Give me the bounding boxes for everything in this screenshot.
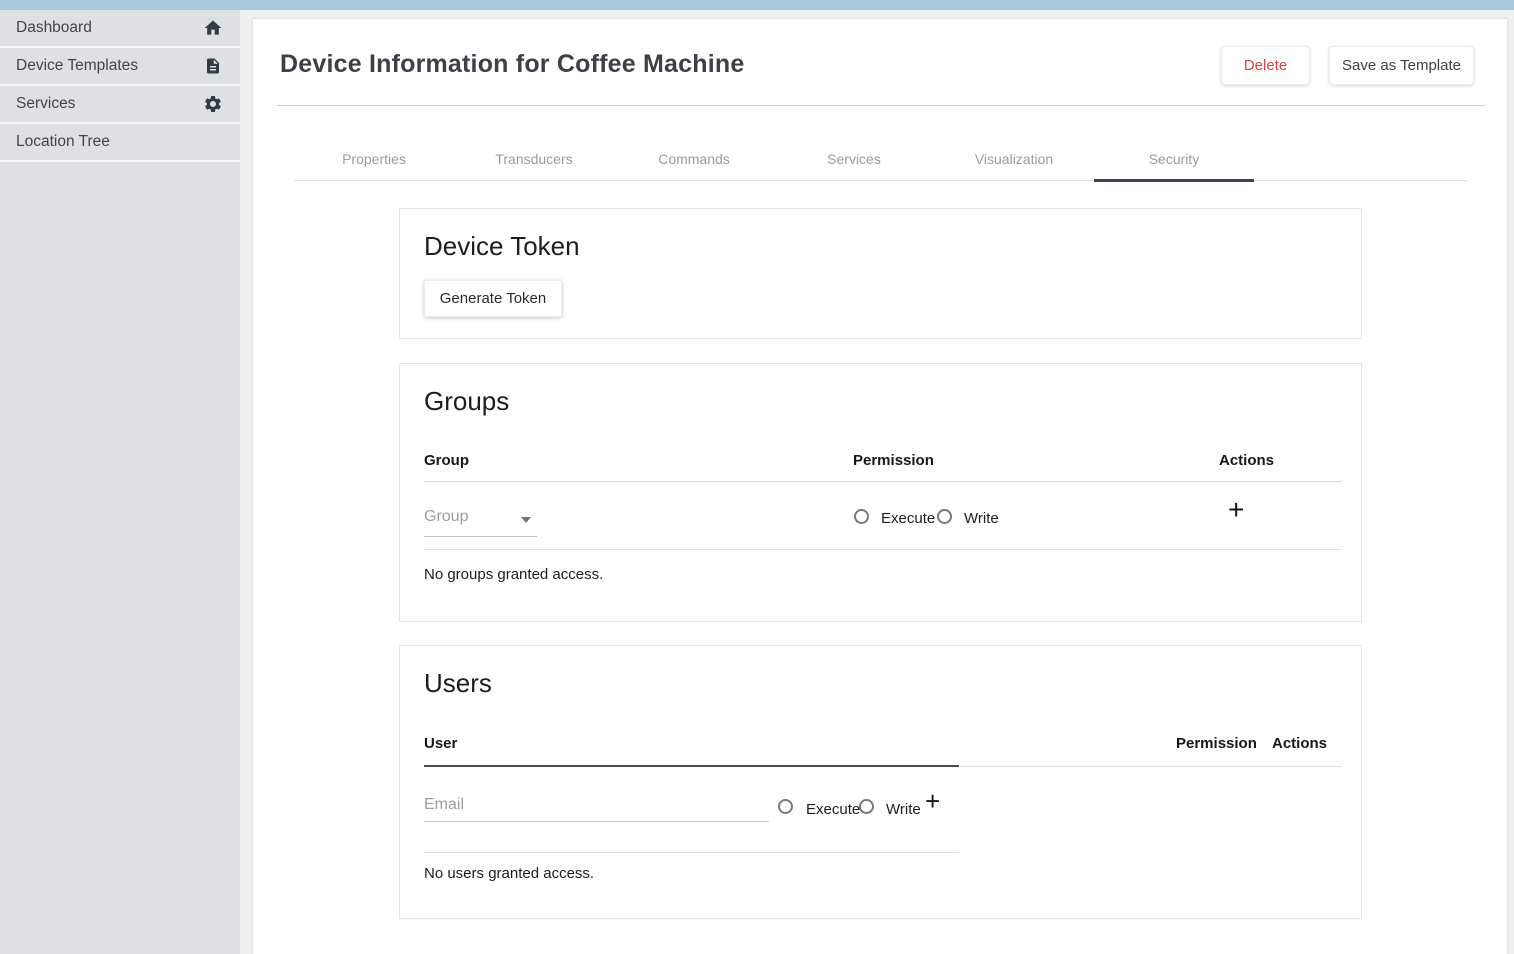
tab-bar: Properties Transducers Commands Services… <box>294 137 1468 182</box>
sidebar-item-label: Services <box>16 95 76 112</box>
groups-section: Groups Group Permission Actions Group Ex… <box>399 363 1362 622</box>
users-execute-radio[interactable] <box>778 799 793 814</box>
sidebar-item-label: Location Tree <box>16 133 110 150</box>
tab-transducers[interactable]: Transducers <box>454 137 614 181</box>
user-email-input[interactable] <box>424 789 769 822</box>
tab-properties[interactable]: Properties <box>294 137 454 181</box>
users-write-radio[interactable] <box>859 799 874 814</box>
users-column-actions: Actions <box>1272 735 1328 752</box>
main-card: Device Information for Coffee Machine De… <box>253 19 1507 954</box>
title-divider <box>277 105 1485 106</box>
generate-token-button[interactable]: Generate Token <box>424 280 562 317</box>
add-group-button[interactable]: + <box>1228 496 1244 524</box>
tab-services[interactable]: Services <box>774 137 934 181</box>
device-token-title: Device Token <box>424 231 580 261</box>
sidebar-item-location-tree[interactable]: Location Tree <box>0 124 240 162</box>
users-write-label: Write <box>886 801 921 818</box>
tab-commands[interactable]: Commands <box>614 137 774 181</box>
groups-column-group: Group <box>424 452 469 469</box>
groups-write-radio[interactable] <box>937 509 952 524</box>
groups-row-divider <box>424 549 1342 550</box>
groups-execute-label: Execute <box>881 510 936 527</box>
sidebar: Dashboard Device Templates Services Loca… <box>0 10 240 954</box>
sidebar-item-label: Device Templates <box>16 57 139 74</box>
add-user-button[interactable]: + <box>925 787 940 815</box>
app-root: Dashboard Device Templates Services Loca… <box>0 0 1514 954</box>
users-section: Users User Permission Actions Execute Wr… <box>399 645 1362 919</box>
home-icon <box>202 17 224 39</box>
save-as-template-button[interactable]: Save as Template <box>1329 46 1474 85</box>
tab-visualization[interactable]: Visualization <box>934 137 1094 181</box>
users-header-divider-light <box>959 766 1342 767</box>
topbar <box>0 0 1514 10</box>
document-icon <box>202 55 224 77</box>
sidebar-item-dashboard[interactable]: Dashboard <box>0 10 240 48</box>
tab-security[interactable]: Security <box>1094 137 1254 182</box>
sidebar-item-device-templates[interactable]: Device Templates <box>0 48 240 86</box>
page-title: Device Information for Coffee Machine <box>280 50 745 78</box>
gear-icon <box>202 93 224 115</box>
users-execute-label: Execute <box>806 801 861 818</box>
device-token-section: Device Token Generate Token <box>399 208 1362 339</box>
users-header-divider-dark <box>424 765 959 767</box>
delete-button[interactable]: Delete <box>1221 46 1310 85</box>
groups-execute-radio[interactable] <box>854 509 869 524</box>
sidebar-item-services[interactable]: Services <box>0 86 240 124</box>
users-row-divider <box>424 852 959 853</box>
users-empty-message: No users granted access. <box>424 865 595 882</box>
groups-column-actions: Actions <box>1219 452 1275 469</box>
users-column-permission: Permission <box>1176 735 1257 752</box>
groups-title: Groups <box>424 386 510 416</box>
users-title: Users <box>424 668 492 698</box>
groups-header-divider <box>424 481 1342 482</box>
groups-empty-message: No groups granted access. <box>424 566 604 583</box>
sidebar-item-label: Dashboard <box>16 19 92 36</box>
chevron-down-icon <box>521 517 531 523</box>
groups-write-label: Write <box>964 510 999 527</box>
group-select-placeholder: Group <box>424 508 469 525</box>
groups-column-permission: Permission <box>853 452 934 469</box>
users-column-user: User <box>424 735 458 752</box>
group-select[interactable]: Group <box>424 502 537 537</box>
